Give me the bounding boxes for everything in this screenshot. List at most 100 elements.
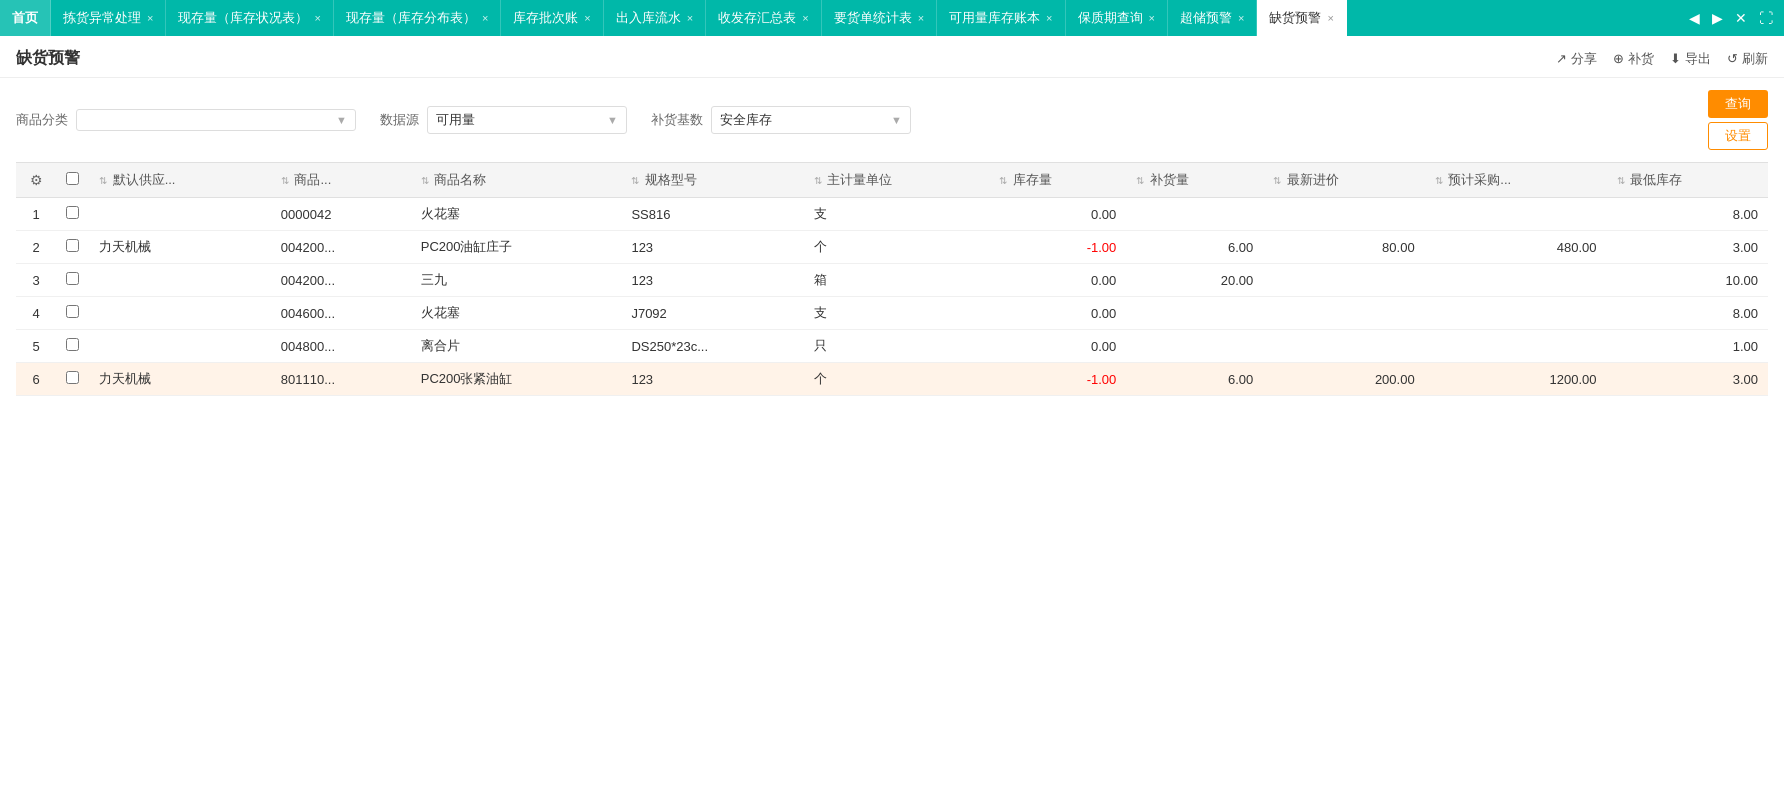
refresh-icon: ↺ [1727, 51, 1738, 66]
row-latest-price-2: 80.00 [1263, 231, 1424, 264]
row-checkbox-1[interactable] [66, 206, 79, 219]
row-replenish-qty-2: 6.00 [1126, 231, 1263, 264]
tab-in-out-flow[interactable]: 出入库流水 × [604, 0, 706, 36]
row-check-5[interactable] [56, 330, 89, 363]
tab-batch-ledger[interactable]: 库存批次账 × [501, 0, 603, 36]
row-unit-4: 支 [804, 297, 990, 330]
row-code-2: 004200... [271, 231, 411, 264]
row-code-6: 801110... [271, 363, 411, 396]
table-header-row: ⚙ ⇅ 默认供应... ⇅ 商品... ⇅ 商品名称 [16, 163, 1768, 198]
row-unit-6: 个 [804, 363, 990, 396]
row-stock-4: 0.00 [989, 297, 1126, 330]
settings-gear-icon[interactable]: ⚙ [30, 172, 43, 188]
tab-available-ledger[interactable]: 可用量库存账本 × [937, 0, 1065, 36]
row-checkbox-6[interactable] [66, 371, 79, 384]
query-button[interactable]: 查询 [1708, 90, 1768, 118]
row-num-6: 6 [16, 363, 56, 396]
datasource-chevron-down-icon: ▼ [607, 114, 618, 126]
filter-replenish-base-group: 补货基数 安全库存 ▼ [651, 106, 911, 134]
tab-nav-prev[interactable]: ◀ [1684, 8, 1705, 28]
table-row: 4 004600... 火花塞 J7092 支 0.00 8.00 [16, 297, 1768, 330]
tab-home[interactable]: 首页 [0, 0, 51, 36]
close-tab-stock-dist[interactable]: × [482, 12, 488, 24]
share-button[interactable]: ↗ 分享 [1556, 50, 1597, 68]
row-checkbox-2[interactable] [66, 239, 79, 252]
row-spec-1: SS816 [621, 198, 803, 231]
settings-button[interactable]: 设置 [1708, 122, 1768, 150]
close-tab-demand-stats[interactable]: × [918, 12, 924, 24]
row-name-3: 三九 [411, 264, 622, 297]
sort-icon-code: ⇅ [281, 175, 289, 186]
row-name-1: 火花塞 [411, 198, 622, 231]
row-unit-1: 支 [804, 198, 990, 231]
sort-icon-replenish-qty: ⇅ [1136, 175, 1144, 186]
tab-shortage[interactable]: 缺货预警 × [1257, 0, 1346, 36]
row-name-5: 离合片 [411, 330, 622, 363]
close-tab-receipt-summary[interactable]: × [802, 12, 808, 24]
col-header-check [56, 163, 89, 198]
tab-abnormal[interactable]: 拣货异常处理 × [51, 0, 166, 36]
close-tab-expiry-query[interactable]: × [1149, 12, 1155, 24]
row-code-1: 0000042 [271, 198, 411, 231]
sort-icon-latest-price: ⇅ [1273, 175, 1281, 186]
page-title: 缺货预警 [16, 48, 80, 69]
tab-nav-close-all[interactable]: ✕ [1730, 8, 1752, 28]
row-unit-3: 箱 [804, 264, 990, 297]
col-header-unit: ⇅ 主计量单位 [804, 163, 990, 198]
row-est-purchase-5 [1425, 330, 1607, 363]
tab-receipt-summary[interactable]: 收发存汇总表 × [706, 0, 821, 36]
row-num-1: 1 [16, 198, 56, 231]
close-tab-stock-status[interactable]: × [314, 12, 320, 24]
table-container: ⚙ ⇅ 默认供应... ⇅ 商品... ⇅ 商品名称 [0, 162, 1784, 396]
row-check-1[interactable] [56, 198, 89, 231]
row-code-4: 004600... [271, 297, 411, 330]
close-tab-shortage[interactable]: × [1327, 12, 1333, 24]
export-button[interactable]: ⬇ 导出 [1670, 50, 1711, 68]
row-supplier-2: 力天机械 [89, 231, 271, 264]
row-spec-5: DS250*23c... [621, 330, 803, 363]
tab-demand-stats[interactable]: 要货单统计表 × [822, 0, 937, 36]
table-row: 3 004200... 三九 123 箱 0.00 20.00 10.00 [16, 264, 1768, 297]
filter-datasource-value: 可用量 [436, 111, 475, 129]
close-tab-overstock[interactable]: × [1238, 12, 1244, 24]
row-checkbox-3[interactable] [66, 272, 79, 285]
replenish-button[interactable]: ⊕ 补货 [1613, 50, 1654, 68]
row-min-stock-4: 8.00 [1607, 297, 1769, 330]
filter-datasource-select[interactable]: 可用量 ▼ [427, 106, 627, 134]
table-row: 2 力天机械 004200... PC200油缸庄子 123 个 -1.00 6… [16, 231, 1768, 264]
filter-replenish-base-value: 安全库存 [720, 111, 772, 129]
row-spec-2: 123 [621, 231, 803, 264]
row-check-6[interactable] [56, 363, 89, 396]
tab-nav-next[interactable]: ▶ [1707, 8, 1728, 28]
close-tab-abnormal[interactable]: × [147, 12, 153, 24]
chevron-down-icon: ▼ [336, 114, 347, 126]
replenish-base-chevron-down-icon: ▼ [891, 114, 902, 126]
tab-stock-status[interactable]: 现存量（库存状况表） × [166, 0, 333, 36]
row-name-4: 火花塞 [411, 297, 622, 330]
row-code-5: 004800... [271, 330, 411, 363]
row-check-4[interactable] [56, 297, 89, 330]
row-checkbox-4[interactable] [66, 305, 79, 318]
row-est-purchase-1 [1425, 198, 1607, 231]
tab-expiry-query[interactable]: 保质期查询 × [1066, 0, 1168, 36]
filter-category-select[interactable]: ▼ [76, 109, 356, 131]
table-body: 1 0000042 火花塞 SS816 支 0.00 8.00 2 力天机械 0… [16, 198, 1768, 396]
row-check-3[interactable] [56, 264, 89, 297]
tab-overstock[interactable]: 超储预警 × [1168, 0, 1257, 36]
filter-replenish-base-select[interactable]: 安全库存 ▼ [711, 106, 911, 134]
row-checkbox-5[interactable] [66, 338, 79, 351]
row-stock-2: -1.00 [989, 231, 1126, 264]
row-min-stock-2: 3.00 [1607, 231, 1769, 264]
refresh-button[interactable]: ↺ 刷新 [1727, 50, 1768, 68]
row-num-3: 3 [16, 264, 56, 297]
row-check-2[interactable] [56, 231, 89, 264]
row-num-4: 4 [16, 297, 56, 330]
tab-stock-dist[interactable]: 现存量（库存分布表） × [334, 0, 501, 36]
select-all-checkbox[interactable] [66, 172, 79, 185]
row-name-2: PC200油缸庄子 [411, 231, 622, 264]
close-tab-batch-ledger[interactable]: × [584, 12, 590, 24]
tab-nav-fullscreen[interactable]: ⛶ [1754, 8, 1778, 28]
close-tab-available-ledger[interactable]: × [1046, 12, 1052, 24]
close-tab-in-out-flow[interactable]: × [687, 12, 693, 24]
export-icon: ⬇ [1670, 51, 1681, 66]
